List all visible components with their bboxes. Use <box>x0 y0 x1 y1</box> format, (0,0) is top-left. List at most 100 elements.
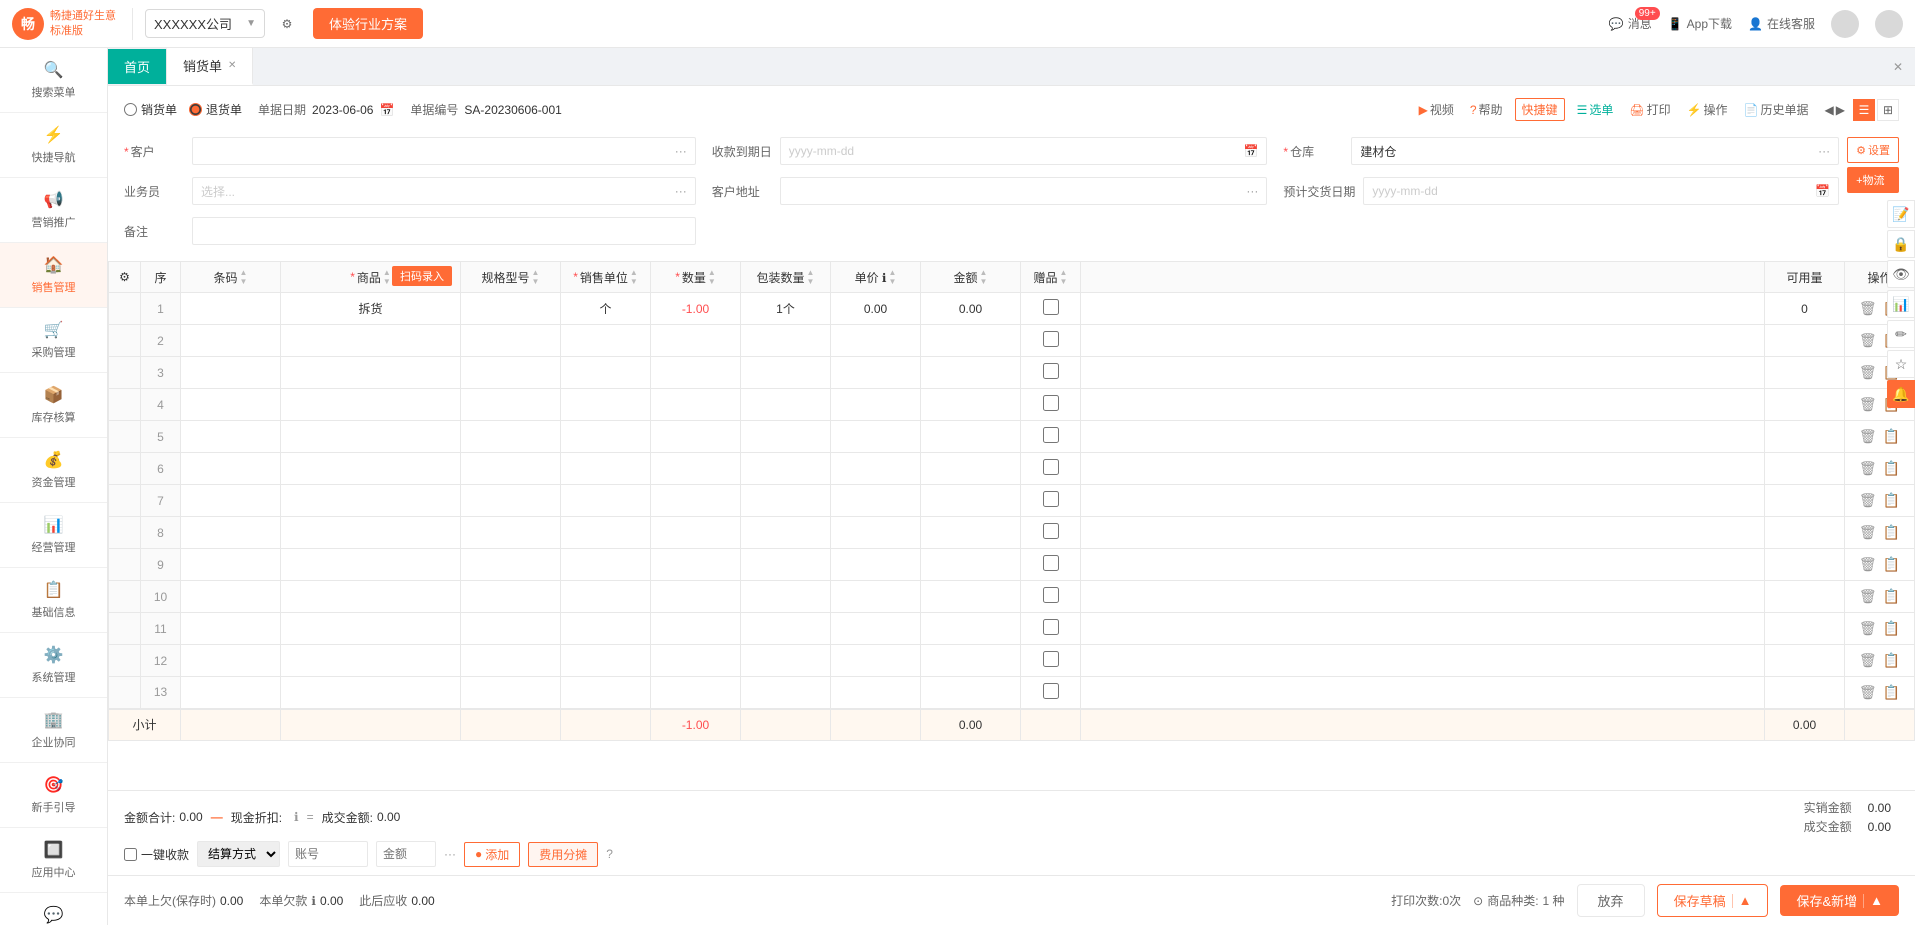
delete-icon[interactable]: 🗑 <box>1859 300 1877 317</box>
online-service-button[interactable]: 👤 在线客服 <box>1748 15 1815 32</box>
account-no-input[interactable] <box>288 841 368 867</box>
copy-icon[interactable]: 📋 <box>1883 652 1900 669</box>
close-all-tabs-icon[interactable]: ✕ <box>1881 52 1915 82</box>
experience-button[interactable]: 体验行业方案 <box>313 8 423 39</box>
delete-icon[interactable]: 🗑 <box>1859 364 1877 381</box>
amount-input[interactable] <box>376 841 436 867</box>
delete-icon[interactable]: 🗑 <box>1859 396 1877 413</box>
delete-icon[interactable]: 🗑 <box>1859 652 1877 669</box>
copy-icon[interactable]: 📋 <box>1883 684 1900 701</box>
app-download-button[interactable]: 📱 App下载 <box>1668 15 1732 32</box>
customer-address-input[interactable]: ··· <box>780 177 1268 205</box>
deduction-info-icon[interactable]: ℹ <box>311 894 316 908</box>
sidebar-item-wechat[interactable]: 💬 企业微信 <box>0 893 107 925</box>
delivery-calendar-icon[interactable]: 📅 <box>1815 184 1830 198</box>
delivery-date-input[interactable]: yyyy-mm-dd 📅 <box>1363 177 1839 205</box>
history-button[interactable]: 📄 历史单据 <box>1740 99 1813 120</box>
sidebar-item-quick-nav[interactable]: ⚡ 快捷导航 <box>0 113 107 178</box>
delete-icon[interactable]: 🗑 <box>1859 620 1877 637</box>
customer-ellipsis-icon[interactable]: ··· <box>675 144 687 158</box>
discard-button[interactable]: 放弃 <box>1577 884 1645 917</box>
expense-help-icon[interactable]: ? <box>606 847 613 861</box>
chevron-up-icon[interactable]: ▲ <box>1739 893 1752 908</box>
video-button[interactable]: ▶ 视频 <box>1415 99 1458 120</box>
sidebar-item-purchase[interactable]: 🛒 采购管理 <box>0 308 107 373</box>
operation-button[interactable]: ⚡ 操作 <box>1683 99 1732 120</box>
copy-icon[interactable]: 📋 <box>1883 524 1900 541</box>
tab-close-icon[interactable]: ✕ <box>228 60 236 71</box>
payment-calendar-icon[interactable]: 📅 <box>1243 144 1258 158</box>
sidebar-item-basic-info[interactable]: 📋 基础信息 <box>0 568 107 633</box>
one-click-payment-checkbox[interactable]: 一键收款 <box>124 846 189 863</box>
calendar-icon[interactable]: 📅 <box>379 103 394 117</box>
sidebar-item-inventory[interactable]: 📦 库存核算 <box>0 373 107 438</box>
select-bill-button[interactable]: ☰ 选单 <box>1573 99 1618 120</box>
settings-icon[interactable]: ⚙ <box>273 10 301 38</box>
customer-address-ellipsis-icon[interactable]: ··· <box>1246 184 1258 198</box>
grid-view-icon[interactable]: ⊞ <box>1877 99 1899 121</box>
info-icon[interactable]: ℹ <box>294 810 299 824</box>
notes-input[interactable] <box>192 217 696 245</box>
warehouse-input[interactable]: 建材仓 ··· <box>1351 137 1839 165</box>
copy-icon[interactable]: 📋 <box>1883 620 1900 637</box>
delete-icon[interactable]: 🗑 <box>1859 428 1877 445</box>
avatar-secondary[interactable] <box>1875 10 1903 38</box>
sidebar-item-marketing[interactable]: 📢 营销推广 <box>0 178 107 243</box>
float-lock-icon[interactable]: 🔒 <box>1887 230 1915 258</box>
sidebar-item-operations[interactable]: 📊 经营管理 <box>0 503 107 568</box>
settlement-method-select[interactable]: 结算方式 <box>197 841 280 867</box>
sidebar-item-sales[interactable]: 🏠 销售管理 <box>0 243 107 308</box>
sidebar-item-search[interactable]: 🔍 搜索菜单 <box>0 48 107 113</box>
copy-icon[interactable]: 📋 <box>1883 588 1900 605</box>
add-button[interactable]: ● 添加 <box>464 842 520 867</box>
sales-bill-radio[interactable]: 销货单 <box>124 101 177 118</box>
print-button[interactable]: 🖨 打印 <box>1625 99 1674 120</box>
float-star-icon[interactable]: ☆ <box>1887 350 1915 378</box>
list-view-icon[interactable]: ☰ <box>1853 99 1875 121</box>
delete-icon[interactable]: 🗑 <box>1859 684 1877 701</box>
delete-icon[interactable]: 🗑 <box>1859 588 1877 605</box>
delete-icon[interactable]: 🗑 <box>1859 492 1877 509</box>
expense-split-button[interactable]: 费用分摊 <box>528 842 598 867</box>
salesperson-ellipsis-icon[interactable]: ··· <box>675 184 687 198</box>
return-bill-radio[interactable]: 退货单 <box>189 101 242 118</box>
delete-icon[interactable]: 🗑 <box>1859 524 1877 541</box>
delete-icon[interactable]: 🗑 <box>1859 332 1877 349</box>
col-settings[interactable]: ⚙ <box>109 262 141 293</box>
nav-prev-icon[interactable]: ◀ <box>1825 103 1834 117</box>
sidebar-item-system[interactable]: ⚙️ 系统管理 <box>0 633 107 698</box>
delete-icon[interactable]: 🗑 <box>1859 556 1877 573</box>
scan-button[interactable]: 扫码录入 <box>392 266 452 286</box>
sidebar-item-finance[interactable]: 💰 资金管理 <box>0 438 107 503</box>
shortcut-button[interactable]: 快捷键 <box>1515 98 1565 121</box>
avatar[interactable] <box>1831 10 1859 38</box>
float-note-icon[interactable]: 📝 <box>1887 200 1915 228</box>
nav-next-icon[interactable]: ▶ <box>1836 103 1845 117</box>
customer-input[interactable]: ··· <box>192 137 696 165</box>
float-edit-icon[interactable]: ✏ <box>1887 320 1915 348</box>
sidebar-item-enterprise[interactable]: 🏢 企业协同 <box>0 698 107 763</box>
help-button[interactable]: ? 帮助 <box>1466 99 1507 120</box>
copy-icon[interactable]: 📋 <box>1883 492 1900 509</box>
sidebar-item-app-center[interactable]: 🔲 应用中心 <box>0 828 107 893</box>
copy-icon[interactable]: 📋 <box>1883 428 1900 445</box>
company-selector[interactable]: XXXXXX公司 ▼ <box>145 9 265 38</box>
float-table-icon[interactable]: 📊 <box>1887 290 1915 318</box>
message-button[interactable]: 💬 消息 99+ <box>1609 15 1652 32</box>
float-eye-icon[interactable]: 👁 <box>1887 260 1915 288</box>
tab-home[interactable]: 首页 <box>108 49 167 84</box>
save-new-chevron-up-icon[interactable]: ▲ <box>1870 893 1883 908</box>
payment-date-input[interactable]: yyyy-mm-dd 📅 <box>780 137 1268 165</box>
salesperson-input[interactable]: 选择... ··· <box>192 177 696 205</box>
save-draft-button[interactable]: 保存草稿 ▲ <box>1657 884 1769 917</box>
sidebar-item-guide[interactable]: 🎯 新手引导 <box>0 763 107 828</box>
setup-button[interactable]: ⚙ 设置 <box>1847 137 1899 163</box>
save-new-button[interactable]: 保存&新增 ▲ <box>1780 885 1899 916</box>
copy-icon[interactable]: 📋 <box>1883 460 1900 477</box>
warehouse-ellipsis-icon[interactable]: ··· <box>1818 144 1830 158</box>
tab-sales[interactable]: 销货单 ✕ <box>167 48 253 85</box>
ellipsis-icon[interactable]: ··· <box>444 847 456 861</box>
logistics-button[interactable]: +物流 <box>1847 167 1899 193</box>
delete-icon[interactable]: 🗑 <box>1859 460 1877 477</box>
copy-icon[interactable]: 📋 <box>1883 556 1900 573</box>
